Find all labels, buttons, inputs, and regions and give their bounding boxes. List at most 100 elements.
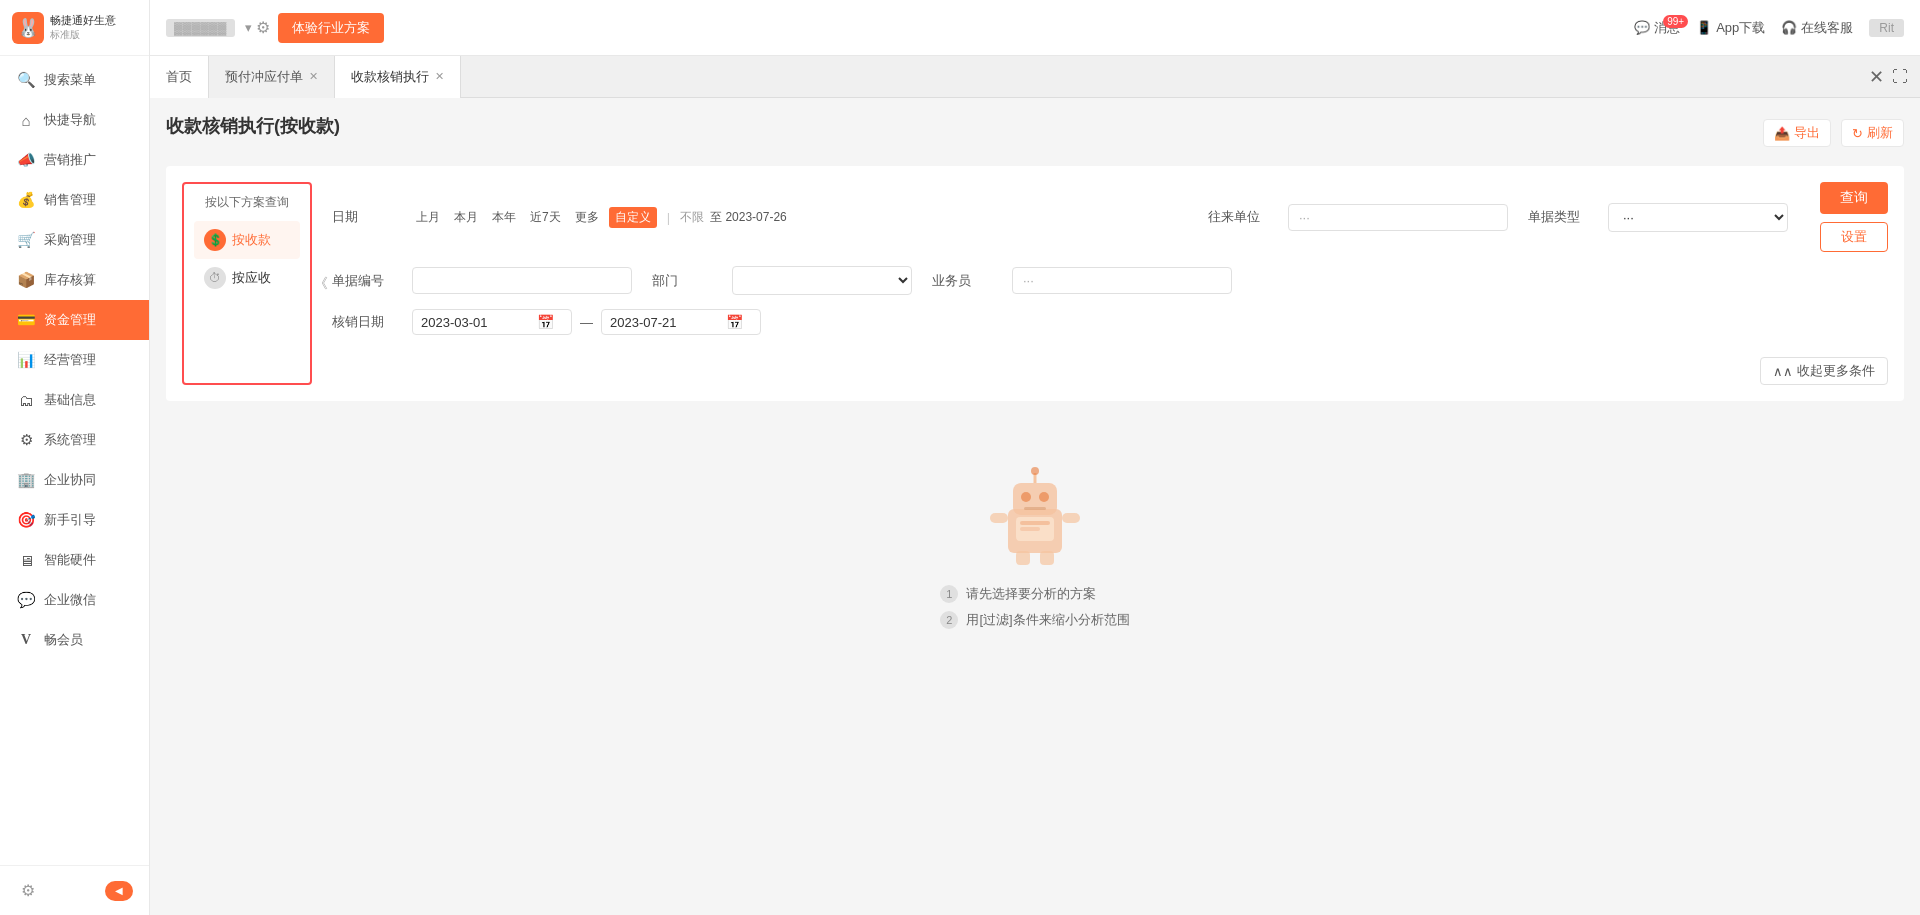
- topbar-service-icon: 🎧: [1781, 20, 1797, 35]
- tab-prepay-close-icon[interactable]: ✕: [309, 70, 318, 83]
- filter-sidebar-title: 按以下方案查询: [194, 194, 300, 211]
- beginner-icon: 🎯: [16, 510, 36, 530]
- topbar-brand: ▓▓▓▓▓▓ ▾: [166, 19, 256, 37]
- topbar-gear-icon[interactable]: ⚙: [256, 18, 270, 37]
- sidebar-item-wechat[interactable]: 💬 企业微信: [0, 580, 149, 620]
- sidebar-label-smart-hw: 智能硬件: [44, 551, 96, 569]
- sidebar-collapse-button[interactable]: ◀: [105, 881, 133, 901]
- tab-prepay[interactable]: 预付冲应付单 ✕: [209, 56, 335, 98]
- tab-collection[interactable]: 收款核销执行 ✕: [335, 56, 461, 98]
- topbar-user-avatar[interactable]: Rit: [1869, 19, 1904, 37]
- sidebar-label-quick-nav: 快捷导航: [44, 111, 96, 129]
- home-icon: ⌂: [16, 110, 36, 130]
- filter-row-writeoff: 核销日期 📅 — 📅: [332, 309, 1888, 335]
- sidebar-item-member[interactable]: V 畅会员: [0, 620, 149, 660]
- tab-collection-label: 收款核销执行: [351, 68, 429, 86]
- doc-type-select[interactable]: ···: [1608, 203, 1788, 232]
- sidebar-item-enterprise[interactable]: 🏢 企业协同: [0, 460, 149, 500]
- docno-input[interactable]: [412, 267, 632, 294]
- sidebar-item-smart-hw[interactable]: 🖥 智能硬件: [0, 540, 149, 580]
- dept-select[interactable]: [732, 266, 912, 295]
- tab-home-label: 首页: [166, 68, 192, 86]
- empty-tip-2-text: 用[过滤]条件来缩小分析范围: [966, 611, 1129, 629]
- topbar-solution-button[interactable]: 体验行业方案: [278, 13, 384, 43]
- date-shortcuts: 上月 本月 本年 近7天 更多 自定义 | 不限 至 2023-07-26: [412, 207, 1188, 228]
- svg-rect-7: [990, 513, 1008, 523]
- query-button[interactable]: 查询: [1820, 182, 1888, 214]
- collapse-more-icon: ∧∧: [1773, 364, 1793, 379]
- sidebar-label-system: 系统管理: [44, 431, 96, 449]
- writeoff-end-wrapper: 📅: [601, 309, 761, 335]
- topbar-msg-button[interactable]: 💬 消息 99+: [1634, 19, 1680, 37]
- sidebar-label-marketing: 营销推广: [44, 151, 96, 169]
- filter-option-receivable-label: 按应收: [232, 269, 271, 287]
- topbar-msg-icon: 💬: [1634, 20, 1650, 35]
- date-shortcut-this-year[interactable]: 本年: [488, 208, 520, 227]
- basic-info-icon: 🗂: [16, 390, 36, 410]
- tabs-close-all-icon[interactable]: ✕: [1869, 66, 1884, 88]
- svg-rect-8: [1062, 513, 1080, 523]
- sidebar-item-sales[interactable]: 💰 销售管理: [0, 180, 149, 220]
- sidebar-item-operation[interactable]: 📊 经营管理: [0, 340, 149, 380]
- empty-tip-2: 2 用[过滤]条件来缩小分析范围: [940, 611, 1129, 629]
- sidebar-item-search[interactable]: 🔍 搜索菜单: [0, 60, 149, 100]
- topbar-app-download[interactable]: 📱 App下载: [1696, 19, 1765, 37]
- collapse-more-button[interactable]: ∧∧ 收起更多条件: [1760, 357, 1888, 385]
- smart-hw-icon: 🖥: [16, 550, 36, 570]
- system-icon: ⚙: [16, 430, 36, 450]
- customer-input[interactable]: ···: [1288, 204, 1508, 231]
- collapse-panel-icon[interactable]: 《: [314, 275, 328, 293]
- salesman-input[interactable]: ···: [1012, 267, 1232, 294]
- date-shortcut-more[interactable]: 更多: [571, 208, 603, 227]
- sidebar-item-basic-info[interactable]: 🗂 基础信息: [0, 380, 149, 420]
- sidebar-settings-icon[interactable]: ⚙: [16, 879, 40, 903]
- date-shortcut-last-month[interactable]: 上月: [412, 208, 444, 227]
- page-title: 收款核销执行(按收款): [166, 114, 340, 138]
- sidebar-item-purchase[interactable]: 🛒 采购管理: [0, 220, 149, 260]
- topbar: ▓▓▓▓▓▓ ▾ ⚙ 体验行业方案 💬 消息 99+ 📱 App下载 🎧 在线客…: [150, 0, 1920, 56]
- date-shortcut-this-month[interactable]: 本月: [450, 208, 482, 227]
- inventory-icon: 📦: [16, 270, 36, 290]
- filter-fields: 日期 上月 本月 本年 近7天 更多 自定义 | 不限 至 2023-07-26…: [332, 182, 1888, 385]
- collapse-more-label: 收起更多条件: [1797, 362, 1875, 380]
- sidebar-item-quick-nav[interactable]: ⌂ 快捷导航: [0, 100, 149, 140]
- writeoff-start-input[interactable]: [421, 315, 531, 330]
- tab-collection-close-icon[interactable]: ✕: [435, 70, 444, 83]
- date-shortcut-custom[interactable]: 自定义: [609, 207, 657, 228]
- collection-option-icon: 💲: [204, 229, 226, 251]
- sidebar-item-marketing[interactable]: 📣 营销推广: [0, 140, 149, 180]
- date-shortcut-7days[interactable]: 近7天: [526, 208, 565, 227]
- calendar-end-icon[interactable]: 📅: [726, 314, 743, 330]
- topbar-chevron-icon[interactable]: ▾: [245, 20, 252, 35]
- operation-icon: 📊: [16, 350, 36, 370]
- svg-rect-4: [1024, 507, 1046, 510]
- date-range-row: 📅 — 📅: [412, 309, 761, 335]
- export-icon: 📤: [1774, 126, 1790, 141]
- calendar-start-icon[interactable]: 📅: [537, 314, 554, 330]
- sidebar-item-inventory[interactable]: 📦 库存核算: [0, 260, 149, 300]
- filter-option-by-collection[interactable]: 💲 按收款: [194, 221, 300, 259]
- svg-rect-12: [1020, 521, 1050, 525]
- main-area: ▓▓▓▓▓▓ ▾ ⚙ 体验行业方案 💬 消息 99+ 📱 App下载 🎧 在线客…: [150, 0, 1920, 915]
- topbar-brand-text: ▓▓▓▓▓▓: [166, 19, 235, 37]
- sidebar-label-purchase: 采购管理: [44, 231, 96, 249]
- settings-button[interactable]: 设置: [1820, 222, 1888, 252]
- filter-area: 按以下方案查询 💲 按收款 ⏱ 按应收 《 日期 上月: [166, 166, 1904, 401]
- writeoff-end-input[interactable]: [610, 315, 720, 330]
- tabs-expand-icon[interactable]: ⛶: [1892, 68, 1908, 86]
- content-area: 收款核销执行(按收款) 📤 导出 ↻ 刷新 按以下方案查询 💲 按收款: [150, 98, 1920, 915]
- sidebar-label-enterprise: 企业协同: [44, 471, 96, 489]
- sidebar-item-system[interactable]: ⚙ 系统管理: [0, 420, 149, 460]
- to-text: 至 2023-07-26: [710, 209, 787, 226]
- tab-home[interactable]: 首页: [150, 56, 209, 98]
- export-button[interactable]: 📤 导出: [1763, 119, 1831, 147]
- sidebar-label-member: 畅会员: [44, 631, 83, 649]
- refresh-button[interactable]: ↻ 刷新: [1841, 119, 1904, 147]
- filter-option-by-receivable[interactable]: ⏱ 按应收: [194, 259, 300, 297]
- topbar-service-button[interactable]: 🎧 在线客服: [1781, 19, 1853, 37]
- sidebar-item-beginner[interactable]: 🎯 新手引导: [0, 500, 149, 540]
- sidebar-item-finance[interactable]: 💳 资金管理: [0, 300, 149, 340]
- dept-label: 部门: [652, 272, 712, 290]
- topbar-right: 💬 消息 99+ 📱 App下载 🎧 在线客服 Rit: [1634, 19, 1904, 37]
- member-icon: V: [16, 630, 36, 650]
